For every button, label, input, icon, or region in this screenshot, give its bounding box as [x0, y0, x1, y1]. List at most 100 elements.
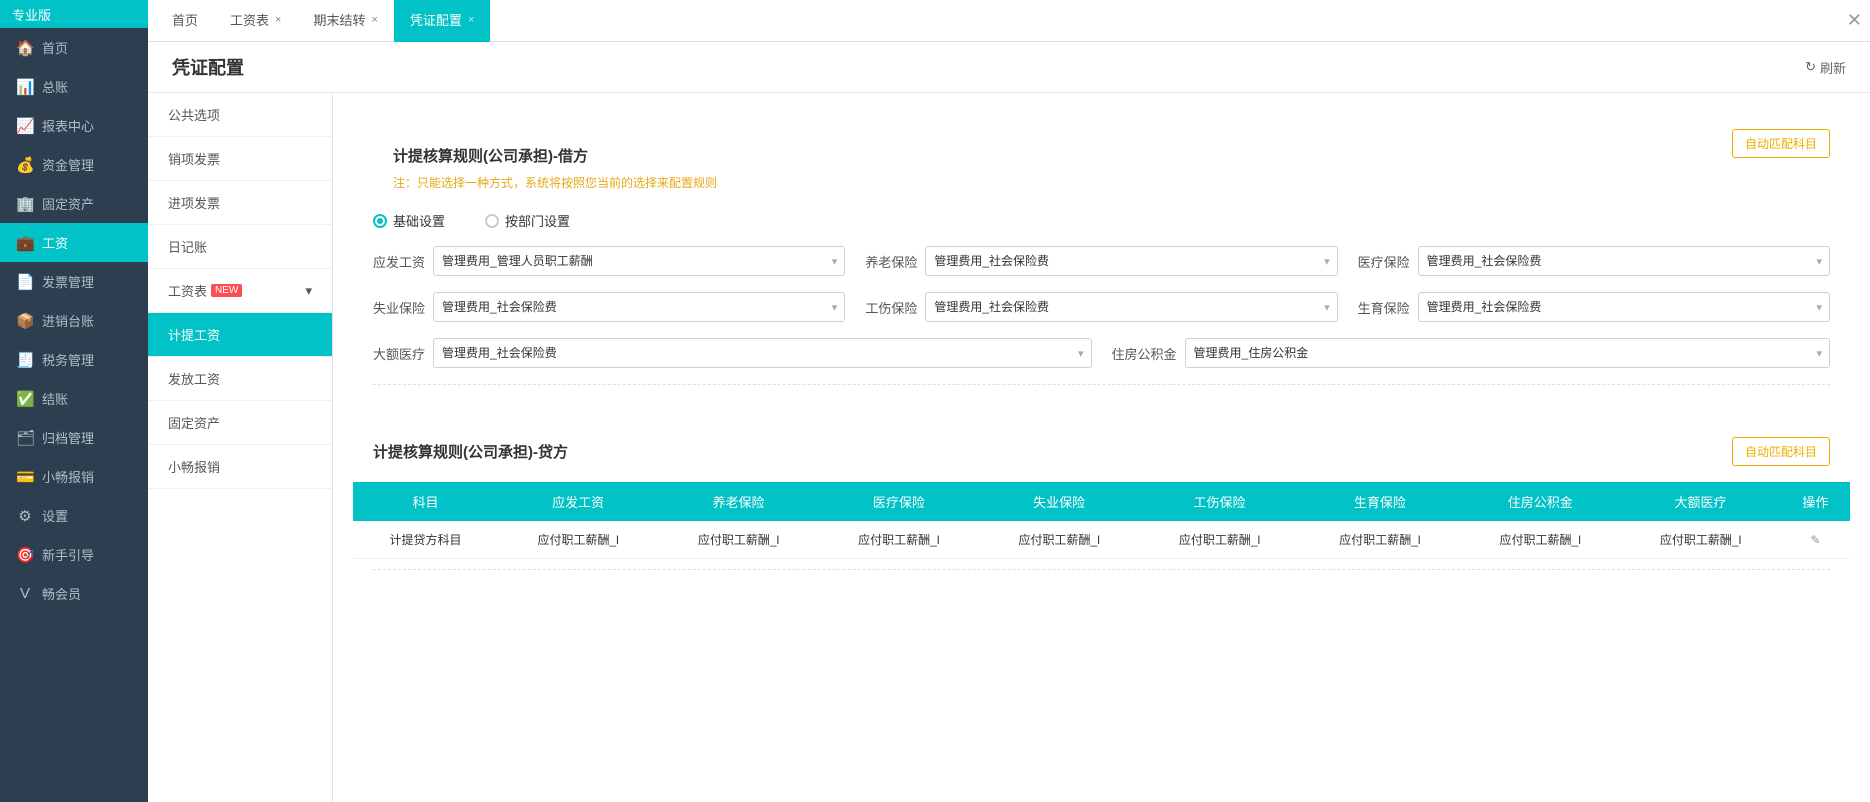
sub-menu-item-salary-table[interactable]: 工资表NEW▾ — [148, 269, 332, 313]
sidebar-item-invoice-mgmt[interactable]: 📄发票管理 — [0, 262, 148, 301]
credit-auto-match-button[interactable]: 自动匹配科目 — [1732, 437, 1830, 466]
tab-close-voucher-config[interactable]: × — [468, 14, 474, 26]
tab-period-close[interactable]: 期末结转× — [297, 0, 393, 42]
th-科目: 科目 — [353, 482, 498, 521]
home-icon: 🏠 — [16, 39, 34, 57]
tab-salary-table[interactable]: 工资表 × — [214, 0, 297, 42]
right-panel: 首页工资表×期末结转×凭证配置× ✕ 凭证配置 ↻ 刷新 公共选项销项发票进项发… — [148, 0, 1870, 802]
th-养老保险: 养老保险 — [658, 482, 818, 521]
debit-form-row1: 应发工资 管理费用_管理人员职工薪酬 养老保险 管理费用_社会保险费 — [353, 246, 1850, 292]
debit-form-row3: 大额医疗 管理费用_社会保险费 住房公积金 管理费用_住房公积金 — [353, 338, 1850, 384]
content-area: 计提核算规则(公司承担)-借方 注：只能选择一种方式，系统将按照您当前的选择来配… — [333, 93, 1870, 802]
select-major-medical[interactable]: 管理费用_社会保险费 — [433, 338, 1091, 368]
sidebar-label-payroll: 工资 — [42, 233, 68, 252]
tab-label-home: 首页 — [172, 10, 198, 29]
label-pension: 养老保险 — [865, 252, 917, 271]
field-injury: 工伤保险 管理费用_社会保险费 — [865, 292, 1337, 322]
sidebar-item-payroll[interactable]: 💼 工资 — [0, 223, 148, 262]
sub-menu-item-xiaochang-report[interactable]: 小畅报销 — [148, 445, 332, 489]
refresh-icon: ↻ — [1805, 59, 1816, 75]
select-pension[interactable]: 管理费用_社会保险费 — [925, 246, 1337, 276]
sidebar-item-archive-mgmt[interactable]: 🗂归档管理 — [0, 418, 148, 457]
sidebar-item-general-ledger[interactable]: 📊总账 — [0, 67, 148, 106]
capital-mgmt-icon: 💰 — [16, 156, 34, 174]
credit-section-title: 计提核算规则(公司承担)-贷方 — [373, 441, 568, 462]
settings-icon: ⚙ — [16, 507, 34, 525]
tab-label-voucher-config: 凭证配置 — [410, 10, 462, 29]
sidebar-item-capital-mgmt[interactable]: 💰资金管理 — [0, 145, 148, 184]
debit-divider — [373, 384, 1830, 385]
select-unemployment[interactable]: 管理费用_社会保险费 — [433, 292, 845, 322]
label-maternity: 生育保险 — [1358, 298, 1410, 317]
sidebar-item-purchase-sales[interactable]: 📦进销台账 — [0, 301, 148, 340]
select-medical[interactable]: 管理费用_社会保险费 — [1418, 246, 1830, 276]
tab-bar: 首页工资表×期末结转×凭证配置× ✕ — [148, 0, 1870, 42]
sub-menu-item-sales-invoice[interactable]: 销项发票 — [148, 137, 332, 181]
debit-form-row2: 失业保险 管理费用_社会保险费 工伤保险 管理费用_社会保险费 — [353, 292, 1850, 338]
settlement-icon: ✅ — [16, 390, 34, 408]
select-housing[interactable]: 管理费用_住房公积金 — [1185, 338, 1830, 368]
close-window-button[interactable]: ✕ — [1847, 10, 1862, 31]
credit-section: 计提核算规则(公司承担)-贷方 自动匹配科目 科目应发工资养老保险医疗保险失业保… — [353, 421, 1850, 586]
table-cell-5: 应付职工薪酬_l — [1139, 521, 1299, 559]
th-医疗保险: 医疗保险 — [819, 482, 979, 521]
sidebar-label-home: 首页 — [42, 38, 68, 57]
tab-close-period-close[interactable]: × — [371, 14, 377, 26]
debit-section: 计提核算规则(公司承担)-借方 注：只能选择一种方式，系统将按照您当前的选择来配… — [353, 113, 1850, 401]
sidebar-item-home[interactable]: 🏠 首页 — [0, 28, 148, 67]
sidebar-label-member: 畅会员 — [42, 584, 81, 603]
field-housing: 住房公积金 管理费用_住房公积金 — [1112, 338, 1831, 368]
sidebar-label-purchase-sales: 进销台账 — [42, 311, 94, 330]
sub-menu-item-public-options[interactable]: 公共选项 — [148, 93, 332, 137]
sub-menu-item-calculate-payroll[interactable]: 计提工资 — [148, 313, 332, 357]
sidebar-item-settings[interactable]: ⚙设置 — [0, 496, 148, 535]
sidebar-label-tax-mgmt: 税务管理 — [42, 350, 94, 369]
sidebar-item-xiaochang-expense[interactable]: 💳小畅报销 — [0, 457, 148, 496]
sub-menu-label-public-options: 公共选项 — [168, 105, 220, 124]
edition-label: 专业版 — [12, 5, 51, 24]
th-失业保险: 失业保险 — [979, 482, 1139, 521]
table-cell-6: 应付职工薪酬_l — [1300, 521, 1460, 559]
table-cell-8: 应付职工薪酬_l — [1620, 521, 1780, 559]
select-medical-wrapper: 管理费用_社会保险费 — [1418, 246, 1830, 276]
debit-auto-match-button[interactable]: 自动匹配科目 — [1732, 129, 1830, 158]
sidebar-item-tax-mgmt[interactable]: 🧾税务管理 — [0, 340, 148, 379]
select-salary[interactable]: 管理费用_管理人员职工薪酬 — [433, 246, 845, 276]
radio-basic-circle — [373, 214, 387, 228]
sidebar-item-fixed-assets[interactable]: 🏢固定资产 — [0, 184, 148, 223]
sub-menu-item-purchase-invoice[interactable]: 进项发票 — [148, 181, 332, 225]
sub-menu-item-pay-salary[interactable]: 发放工资 — [148, 357, 332, 401]
th-大额医疗: 大额医疗 — [1620, 482, 1780, 521]
sub-menu-label-xiaochang-report: 小畅报销 — [168, 457, 220, 476]
sub-menu-label-calculate-payroll: 计提工资 — [168, 325, 220, 344]
sidebar-item-new-guide[interactable]: 🎯新手引导 — [0, 535, 148, 574]
tab-close-salary-table[interactable]: × — [275, 14, 281, 26]
label-medical: 医疗保险 — [1358, 252, 1410, 271]
tab-voucher-config[interactable]: 凭证配置 × — [394, 0, 490, 42]
tab-label-salary-table: 工资表 — [230, 10, 269, 29]
th-生育保险: 生育保险 — [1300, 482, 1460, 521]
table-cell-1: 应付职工薪酬_l — [498, 521, 658, 559]
select-maternity[interactable]: 管理费用_社会保险费 — [1418, 292, 1830, 322]
field-medical: 医疗保险 管理费用_社会保险费 — [1358, 246, 1830, 276]
sidebar-item-report-center[interactable]: 📈报表中心 — [0, 106, 148, 145]
sidebar-item-member[interactable]: V畅会员 — [0, 574, 148, 613]
table-cell-3: 应付职工薪酬_l — [819, 521, 979, 559]
table-cell-action[interactable]: ✎ — [1781, 521, 1850, 559]
radio-basic-label: 基础设置 — [393, 211, 445, 230]
radio-basic[interactable]: 基础设置 — [373, 211, 445, 230]
sub-menu-item-journal[interactable]: 日记账 — [148, 225, 332, 269]
payroll-icon: 💼 — [16, 234, 34, 252]
tab-home[interactable]: 首页 — [156, 0, 214, 42]
th-应发工资: 应发工资 — [498, 482, 658, 521]
radio-by-dept[interactable]: 按部门设置 — [485, 211, 570, 230]
refresh-button[interactable]: ↻ 刷新 — [1805, 58, 1846, 77]
select-injury[interactable]: 管理费用_社会保险费 — [925, 292, 1337, 322]
sidebar-item-settlement[interactable]: ✅结账 — [0, 379, 148, 418]
page-header: 凭证配置 ↻ 刷新 — [148, 42, 1870, 93]
edit-icon[interactable]: ✎ — [1810, 533, 1820, 547]
xiaochang-expense-icon: 💳 — [16, 468, 34, 486]
select-maternity-wrapper: 管理费用_社会保险费 — [1418, 292, 1830, 322]
sub-menu-item-fixed-assets-sub[interactable]: 固定资产 — [148, 401, 332, 445]
sub-menu-label-purchase-invoice: 进项发票 — [168, 193, 220, 212]
